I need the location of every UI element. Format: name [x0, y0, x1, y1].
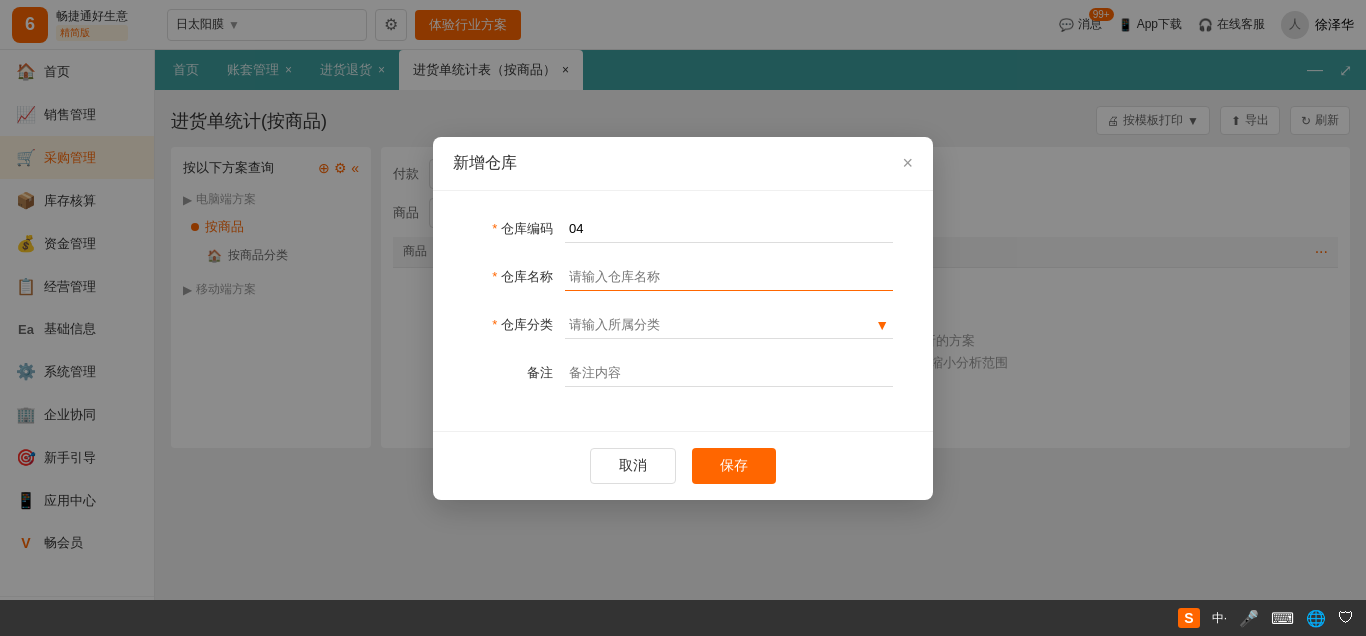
name-input[interactable]	[565, 263, 893, 291]
translate-icon[interactable]: 🌐	[1306, 609, 1326, 628]
modal-overlay[interactable]: 新增仓库 × 仓库编码 仓库名称 仓库分类 ▼	[0, 0, 1366, 636]
category-label: 仓库分类	[473, 316, 553, 334]
mic-icon[interactable]: 🎤	[1239, 609, 1259, 628]
security-icon[interactable]: 🛡	[1338, 609, 1354, 627]
modal-close-button[interactable]: ×	[902, 153, 913, 174]
modal-body: 仓库编码 仓库名称 仓库分类 ▼ 备注	[433, 191, 933, 431]
category-select-wrap: ▼	[565, 311, 893, 339]
modal-title: 新增仓库	[453, 153, 517, 174]
form-row-category: 仓库分类 ▼	[473, 311, 893, 339]
save-button[interactable]: 保存	[692, 448, 776, 484]
modal-footer: 取消 保存	[433, 431, 933, 500]
form-row-code: 仓库编码	[473, 215, 893, 243]
code-input[interactable]	[565, 215, 893, 243]
cancel-button[interactable]: 取消	[590, 448, 676, 484]
s-logo: S	[1178, 608, 1199, 628]
form-row-remark: 备注	[473, 359, 893, 387]
form-row-name: 仓库名称	[473, 263, 893, 291]
modal-add-warehouse: 新增仓库 × 仓库编码 仓库名称 仓库分类 ▼	[433, 137, 933, 500]
code-label: 仓库编码	[473, 220, 553, 238]
remark-input[interactable]	[565, 359, 893, 387]
lang-text: 中·	[1212, 610, 1227, 627]
modal-header: 新增仓库 ×	[433, 137, 933, 191]
name-label: 仓库名称	[473, 268, 553, 286]
bottom-bar: S 中· 🎤 ⌨ 🌐 🛡	[0, 600, 1366, 636]
remark-label: 备注	[473, 364, 553, 382]
category-select[interactable]	[565, 311, 893, 339]
keyboard-icon[interactable]: ⌨	[1271, 609, 1294, 628]
